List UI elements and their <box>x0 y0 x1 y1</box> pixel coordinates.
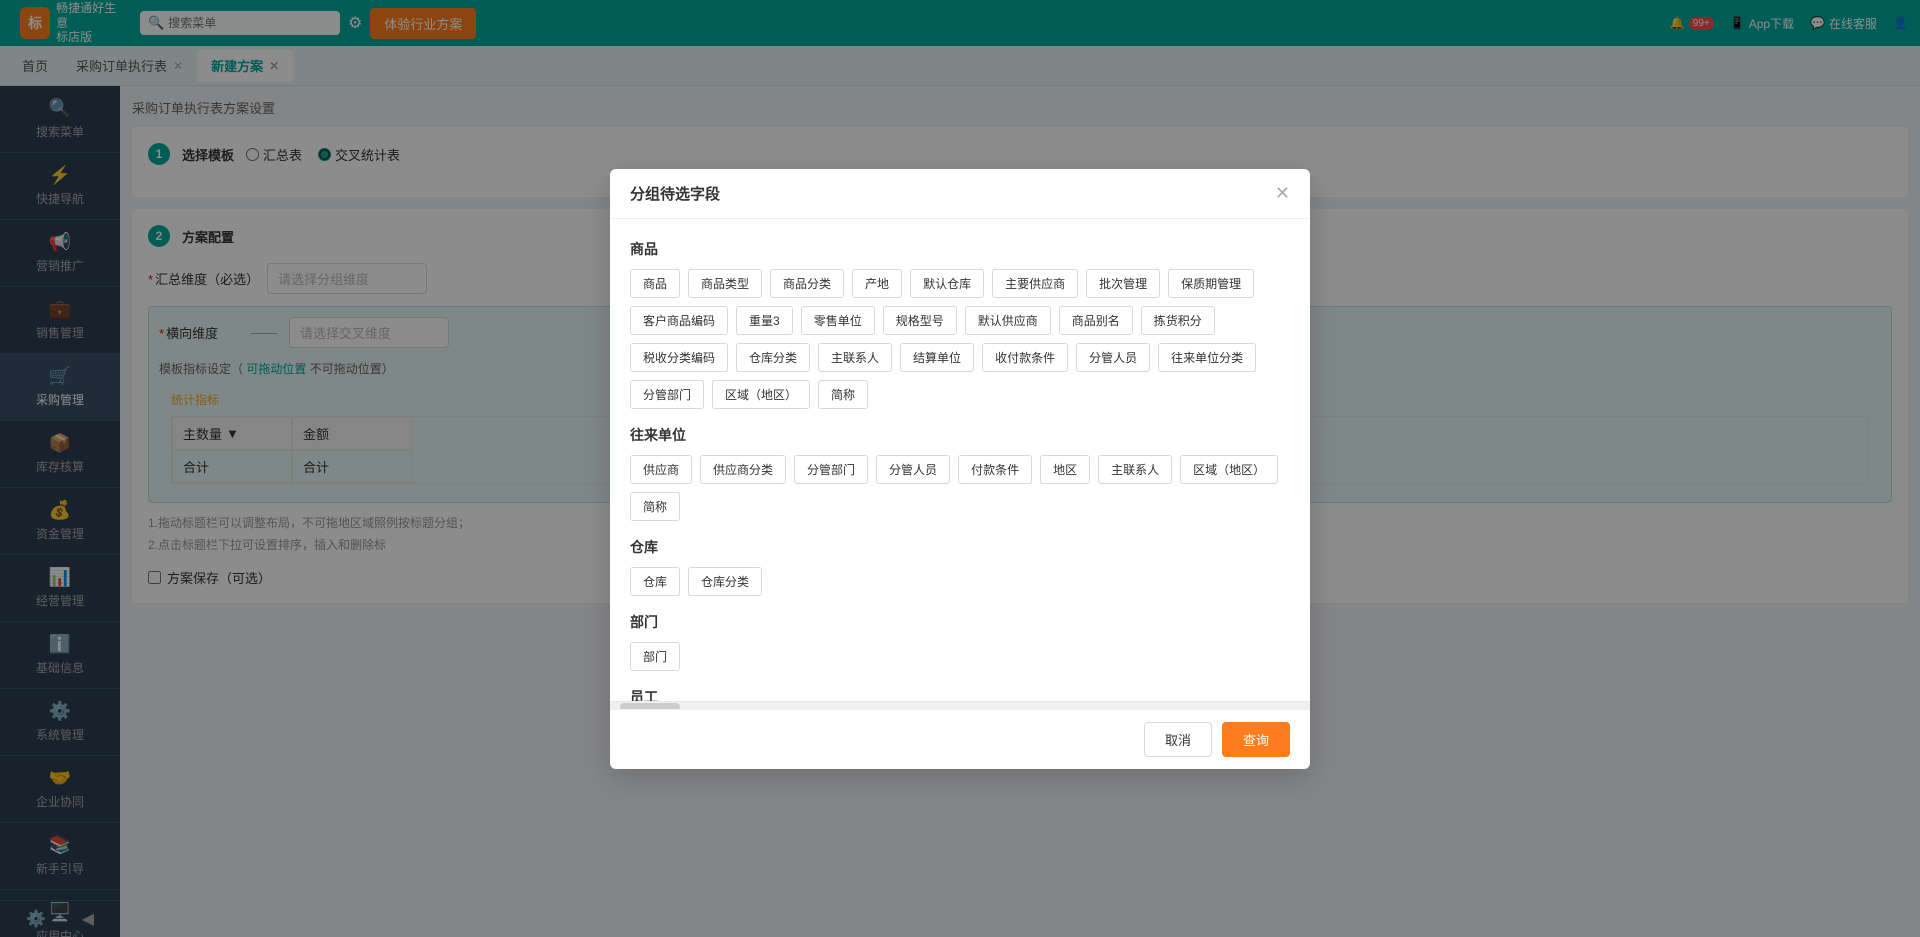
field-tag-3-0[interactable]: 部门 <box>630 642 680 671</box>
field-tag-0-9[interactable]: 重量3 <box>736 306 793 335</box>
field-tag-1-0[interactable]: 供应商 <box>630 455 692 484</box>
field-tag-0-21[interactable]: 往来单位分类 <box>1158 343 1256 372</box>
modal-close-btn[interactable]: ✕ <box>1275 183 1290 204</box>
field-tag-0-11[interactable]: 规格型号 <box>883 306 957 335</box>
field-tag-0-4[interactable]: 默认仓库 <box>910 269 984 298</box>
modal-header: 分组待选字段 ✕ <box>610 169 1310 219</box>
field-tag-0-20[interactable]: 分管人员 <box>1076 343 1150 372</box>
field-tag-1-4[interactable]: 付款条件 <box>958 455 1032 484</box>
field-tag-1-3[interactable]: 分管人员 <box>876 455 950 484</box>
section-title-2: 仓库 <box>630 537 1290 557</box>
section-title-3: 部门 <box>630 612 1290 632</box>
field-tag-1-6[interactable]: 主联系人 <box>1098 455 1172 484</box>
field-tag-0-0[interactable]: 商品 <box>630 269 680 298</box>
field-tag-0-15[interactable]: 税收分类编码 <box>630 343 728 372</box>
cancel-button[interactable]: 取消 <box>1144 722 1212 757</box>
field-tag-0-10[interactable]: 零售单位 <box>801 306 875 335</box>
section-title-0: 商品 <box>630 239 1290 259</box>
field-tag-0-24[interactable]: 简称 <box>818 380 868 409</box>
field-tag-1-8[interactable]: 简称 <box>630 492 680 521</box>
field-tag-0-1[interactable]: 商品类型 <box>688 269 762 298</box>
field-tag-0-14[interactable]: 拣货积分 <box>1141 306 1215 335</box>
section-title-1: 往来单位 <box>630 425 1290 445</box>
field-tag-1-5[interactable]: 地区 <box>1040 455 1090 484</box>
modal-overlay[interactable]: 分组待选字段 ✕ 商品商品商品类型商品分类产地默认仓库主要供应商批次管理保质期管… <box>0 0 1920 937</box>
confirm-button[interactable]: 查询 <box>1222 722 1290 757</box>
modal-body: 商品商品商品类型商品分类产地默认仓库主要供应商批次管理保质期管理客户商品编码重量… <box>610 219 1310 702</box>
field-tag-0-7[interactable]: 保质期管理 <box>1168 269 1254 298</box>
field-tag-2-1[interactable]: 仓库分类 <box>688 567 762 596</box>
modal-footer: 取消 查询 <box>610 709 1310 769</box>
field-tag-0-19[interactable]: 收付款条件 <box>982 343 1068 372</box>
field-tag-0-5[interactable]: 主要供应商 <box>992 269 1078 298</box>
field-tag-0-2[interactable]: 商品分类 <box>770 269 844 298</box>
field-tag-0-3[interactable]: 产地 <box>852 269 902 298</box>
field-tags-3: 部门 <box>630 642 1290 671</box>
field-tag-0-23[interactable]: 区域（地区） <box>712 380 810 409</box>
field-tag-1-7[interactable]: 区域（地区） <box>1180 455 1278 484</box>
field-tags-2: 仓库仓库分类 <box>630 567 1290 596</box>
field-tags-1: 供应商供应商分类分管部门分管人员付款条件地区主联系人区域（地区） 简称 <box>630 455 1290 521</box>
field-tag-0-22[interactable]: 分管部门 <box>630 380 704 409</box>
field-tag-1-1[interactable]: 供应商分类 <box>700 455 786 484</box>
field-tag-0-8[interactable]: 客户商品编码 <box>630 306 728 335</box>
field-tag-0-18[interactable]: 结算单位 <box>900 343 974 372</box>
section-title-4: 员工 <box>630 687 1290 702</box>
field-tag-0-17[interactable]: 主联系人 <box>818 343 892 372</box>
field-tag-2-0[interactable]: 仓库 <box>630 567 680 596</box>
modal-hscroll[interactable] <box>610 701 1310 708</box>
field-tag-0-12[interactable]: 默认供应商 <box>965 306 1051 335</box>
field-tag-1-2[interactable]: 分管部门 <box>794 455 868 484</box>
field-select-modal: 分组待选字段 ✕ 商品商品商品类型商品分类产地默认仓库主要供应商批次管理保质期管… <box>610 169 1310 769</box>
field-tags-0: 商品商品类型商品分类产地默认仓库主要供应商批次管理保质期管理客户商品编码重量3 零… <box>630 269 1290 409</box>
field-tag-0-6[interactable]: 批次管理 <box>1086 269 1160 298</box>
field-tag-0-16[interactable]: 仓库分类 <box>736 343 810 372</box>
field-tag-0-13[interactable]: 商品别名 <box>1059 306 1133 335</box>
modal-title: 分组待选字段 <box>630 183 720 204</box>
